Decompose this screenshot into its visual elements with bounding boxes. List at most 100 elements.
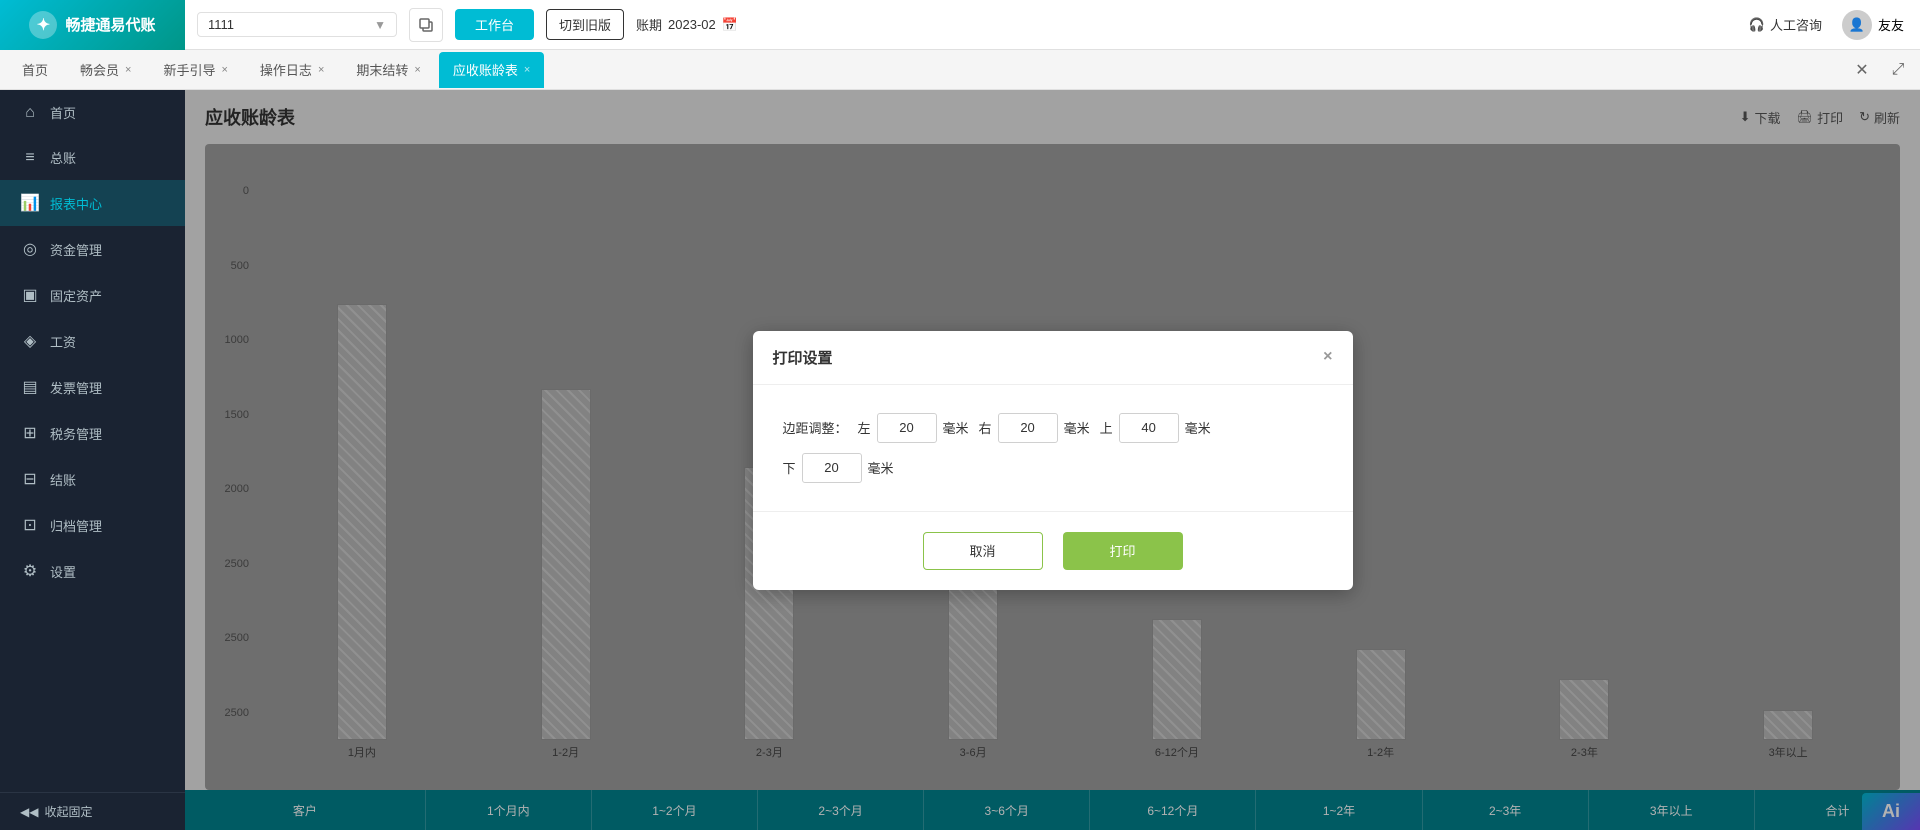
logo-text: 畅捷通易代账 xyxy=(65,14,155,35)
tab-member[interactable]: 畅会员 × xyxy=(66,52,145,88)
sidebar-item-report[interactable]: 📊 报表中心 xyxy=(0,180,185,226)
sidebar-item-salary[interactable]: ◈ 工资 xyxy=(0,318,185,364)
sidebar-item-asset[interactable]: ▣ 固定资产 xyxy=(0,272,185,318)
archive-icon: ⊡ xyxy=(20,515,40,535)
ledger-icon: ≡ xyxy=(20,149,40,167)
header-right: 🎧 人工咨询 👤 友友 xyxy=(1749,10,1904,40)
report-icon: 📊 xyxy=(20,193,40,213)
tab-aging-close[interactable]: × xyxy=(524,64,530,76)
sidebar-label-fund: 资金管理 xyxy=(50,240,102,259)
user-area[interactable]: 👤 友友 xyxy=(1842,10,1904,40)
left-unit: 毫米 xyxy=(943,418,969,437)
modal-close-button[interactable]: × xyxy=(1323,348,1332,366)
period-area: 账期 2023-02 📅 xyxy=(636,15,738,34)
consult-button[interactable]: 🎧 人工咨询 xyxy=(1749,15,1822,34)
right-unit: 毫米 xyxy=(1064,418,1090,437)
margin-left-group: 左 毫米 xyxy=(858,413,969,443)
fund-icon: ◎ xyxy=(20,239,40,259)
tab-guide-close[interactable]: × xyxy=(221,64,227,76)
expand-button[interactable]: ⤢ xyxy=(1884,56,1912,84)
logo: ✦ 畅捷通易代账 xyxy=(0,0,185,50)
modal-header: 打印设置 × xyxy=(753,331,1353,385)
close-all-tabs-button[interactable]: ✕ xyxy=(1848,56,1876,84)
sidebar-label-asset: 固定资产 xyxy=(50,286,102,305)
tab-oplog[interactable]: 操作日志 × xyxy=(246,52,338,88)
sidebar-label-salary: 工资 xyxy=(50,332,76,351)
modal-footer: 取消 打印 xyxy=(753,511,1353,590)
collapse-label: 收起固定 xyxy=(44,803,92,820)
sidebar-label-settings: 设置 xyxy=(50,562,76,581)
tab-oplog-label: 操作日志 xyxy=(260,60,312,79)
sidebar-collapse-button[interactable]: ◀◀ 收起固定 xyxy=(0,792,185,830)
company-name: 1111 xyxy=(208,17,366,32)
top-dir-label: 上 xyxy=(1100,418,1113,437)
tab-closing-label: 期末结转 xyxy=(356,60,408,79)
sidebar-label-closing: 结账 xyxy=(50,470,76,489)
top-unit: 毫米 xyxy=(1185,418,1211,437)
tab-aging-label: 应收账龄表 xyxy=(453,60,518,79)
tab-home-label: 首页 xyxy=(22,60,48,79)
period-value: 2023-02 xyxy=(668,17,716,32)
sidebar-item-home[interactable]: ⌂ 首页 xyxy=(0,90,185,135)
tab-oplog-close[interactable]: × xyxy=(318,64,324,76)
tab-closing-close[interactable]: × xyxy=(414,64,420,76)
sidebar-label-home: 首页 xyxy=(50,103,76,122)
settings-icon: ⚙ xyxy=(20,561,40,581)
top-header: ✦ 畅捷通易代账 1111 ▼ 工作台 切到旧版 账期 2023-02 📅 🎧 … xyxy=(0,0,1920,50)
print-settings-dialog: 打印设置 × 边距调整： 左 毫米 右 毫米 xyxy=(753,331,1353,590)
sidebar-item-closing[interactable]: ⊟ 结账 xyxy=(0,456,185,502)
logo-icon: ✦ xyxy=(29,11,57,39)
switch-old-button[interactable]: 切到旧版 xyxy=(546,9,624,40)
copy-icon-button[interactable] xyxy=(409,8,443,42)
left-dir-label: 左 xyxy=(858,418,871,437)
tab-bar: 首页 畅会员 × 新手引导 × 操作日志 × 期末结转 × 应收账龄表 × ✕ … xyxy=(0,50,1920,90)
tab-member-label: 畅会员 xyxy=(80,60,119,79)
headset-icon: 🎧 xyxy=(1749,17,1765,33)
modal-title: 打印设置 xyxy=(773,347,833,368)
sidebar: ⌂ 首页 ≡ 总账 📊 报表中心 ◎ 资金管理 ▣ 固定资产 ◈ 工资 ▤ 发票… xyxy=(0,90,185,830)
confirm-print-button[interactable]: 打印 xyxy=(1063,532,1183,570)
avatar: 👤 xyxy=(1842,10,1872,40)
cancel-button[interactable]: 取消 xyxy=(923,532,1043,570)
home-icon: ⌂ xyxy=(20,104,40,122)
margin-right-group: 右 毫米 xyxy=(979,413,1090,443)
sidebar-label-invoice: 发票管理 xyxy=(50,378,102,397)
main-layout: ⌂ 首页 ≡ 总账 📊 报表中心 ◎ 资金管理 ▣ 固定资产 ◈ 工资 ▤ 发票… xyxy=(0,90,1920,830)
calendar-icon[interactable]: 📅 xyxy=(722,17,738,33)
sidebar-item-settings[interactable]: ⚙ 设置 xyxy=(0,548,185,594)
margin-adjust-label: 边距调整： xyxy=(783,418,848,437)
sidebar-item-ledger[interactable]: ≡ 总账 xyxy=(0,135,185,180)
sidebar-item-archive[interactable]: ⊡ 归档管理 xyxy=(0,502,185,548)
sidebar-item-tax[interactable]: ⊞ 税务管理 xyxy=(0,410,185,456)
margin-bottom-group: 下 毫米 xyxy=(783,453,894,483)
modal-body: 边距调整： 左 毫米 右 毫米 上 xyxy=(753,385,1353,511)
closing-icon: ⊟ xyxy=(20,469,40,489)
tab-home[interactable]: 首页 xyxy=(8,52,62,88)
right-margin-input[interactable] xyxy=(998,413,1058,443)
sidebar-label-archive: 归档管理 xyxy=(50,516,102,535)
sidebar-label-ledger: 总账 xyxy=(50,148,76,167)
collapse-icon: ◀◀ xyxy=(20,805,38,819)
right-dir-label: 右 xyxy=(979,418,992,437)
tab-closing[interactable]: 期末结转 × xyxy=(342,52,434,88)
tax-icon: ⊞ xyxy=(20,423,40,443)
bottom-margin-input[interactable] xyxy=(802,453,862,483)
modal-overlay: 打印设置 × 边距调整： 左 毫米 右 毫米 xyxy=(185,90,1920,830)
invoice-icon: ▤ xyxy=(20,377,40,397)
top-margin-input[interactable] xyxy=(1119,413,1179,443)
sidebar-item-invoice[interactable]: ▤ 发票管理 xyxy=(0,364,185,410)
sidebar-label-tax: 税务管理 xyxy=(50,424,102,443)
company-selector[interactable]: 1111 ▼ xyxy=(197,12,397,37)
tab-member-close[interactable]: × xyxy=(125,64,131,76)
bottom-dir-label: 下 xyxy=(783,458,796,477)
dropdown-icon: ▼ xyxy=(374,18,386,32)
margin-top-group: 上 毫米 xyxy=(1100,413,1211,443)
sidebar-label-report: 报表中心 xyxy=(50,194,102,213)
left-margin-input[interactable] xyxy=(877,413,937,443)
period-label: 账期 xyxy=(636,15,662,34)
sidebar-item-fund[interactable]: ◎ 资金管理 xyxy=(0,226,185,272)
consult-label: 人工咨询 xyxy=(1770,15,1822,34)
workbench-button[interactable]: 工作台 xyxy=(455,9,534,40)
tab-aging[interactable]: 应收账龄表 × xyxy=(439,52,544,88)
tab-guide[interactable]: 新手引导 × xyxy=(149,52,241,88)
